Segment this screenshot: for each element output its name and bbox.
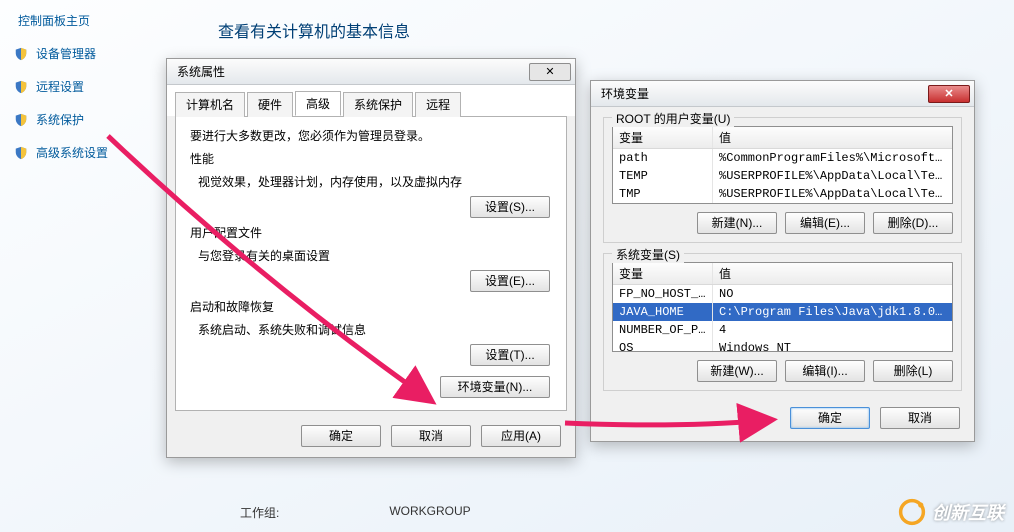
- sys-vars-groupbox: 系统变量(S) 变量 值 FP_NO_HOST_C...NOJAVA_HOMEC…: [603, 253, 962, 391]
- var-value: 4: [713, 321, 952, 339]
- var-name: NUMBER_OF_PR...: [613, 321, 713, 339]
- dialog-title: 环境变量: [601, 85, 649, 102]
- var-name: JAVA_HOME: [613, 303, 713, 321]
- profile-section-desc: 与您登录有关的桌面设置: [198, 247, 552, 264]
- close-icon: ✕: [944, 87, 953, 100]
- sidebar-title: 控制面板主页: [18, 12, 182, 29]
- var-row[interactable]: TMP%USERPROFILE%\AppData\Local\Temp: [613, 185, 952, 203]
- var-row[interactable]: OSWindows NT: [613, 339, 952, 352]
- dialog-titlebar: 环境变量 ✕: [591, 81, 974, 107]
- startup-section-desc: 系统启动、系统失败和调试信息: [198, 321, 552, 338]
- var-value: %USERPROFILE%\AppData\Local\Temp: [713, 185, 952, 203]
- col-val-header: 值: [713, 127, 952, 148]
- profile-settings-button[interactable]: 设置(E)...: [470, 270, 550, 292]
- close-button[interactable]: ✕: [928, 85, 970, 103]
- shield-icon: [14, 47, 28, 61]
- sidebar-item-label: 高级系统设置: [36, 144, 108, 161]
- var-name: path: [613, 149, 713, 167]
- brand-logo: 创新互联: [898, 498, 1004, 526]
- user-edit-button[interactable]: 编辑(E)...: [785, 212, 865, 234]
- workgroup-row: 工作组: WORKGROUP: [240, 504, 471, 521]
- var-row[interactable]: JAVA_HOMEC:\Program Files\Java\jdk1.8.0_…: [613, 303, 952, 321]
- sidebar-item-label: 远程设置: [36, 78, 84, 95]
- var-name: OS: [613, 339, 713, 352]
- sidebar-item-device-manager[interactable]: 设备管理器: [8, 43, 182, 64]
- sidebar-item-remote-settings[interactable]: 远程设置: [8, 76, 182, 97]
- var-value: %USERPROFILE%\AppData\Local\Temp: [713, 167, 952, 185]
- sidebar-item-advanced-system[interactable]: 高级系统设置: [8, 142, 182, 163]
- perf-settings-button[interactable]: 设置(S)...: [470, 196, 550, 218]
- sidebar-item-system-protection[interactable]: 系统保护: [8, 109, 182, 130]
- var-name: TMP: [613, 185, 713, 203]
- var-value: %CommonProgramFiles%\Microsoft ...: [713, 149, 952, 167]
- perf-section-title: 性能: [190, 150, 552, 167]
- var-row[interactable]: NUMBER_OF_PR...4: [613, 321, 952, 339]
- page-title: 查看有关计算机的基本信息: [218, 18, 410, 42]
- ok-button[interactable]: 确定: [790, 407, 870, 429]
- workgroup-label: 工作组:: [240, 504, 279, 521]
- col-var-header: 变量: [613, 127, 713, 148]
- close-button[interactable]: ✕: [529, 63, 571, 81]
- workgroup-value: WORKGROUP: [389, 504, 470, 521]
- shield-icon: [14, 80, 28, 94]
- sys-new-button[interactable]: 新建(W)...: [697, 360, 777, 382]
- dialog-title: 系统属性: [177, 63, 225, 80]
- close-icon: ✕: [545, 65, 554, 78]
- profile-section-title: 用户配置文件: [190, 224, 552, 241]
- startup-section-title: 启动和故障恢复: [190, 298, 552, 315]
- shield-icon: [14, 113, 28, 127]
- admin-note: 要进行大多数更改，您必须作为管理员登录。: [190, 127, 552, 144]
- var-value: C:\Program Files\Java\jdk1.8.0_25: [713, 303, 952, 321]
- user-delete-button[interactable]: 删除(D)...: [873, 212, 953, 234]
- system-properties-dialog: 系统属性 ✕ 计算机名 硬件 高级 系统保护 远程 要进行大多数更改，您必须作为…: [166, 58, 576, 458]
- tab-advanced[interactable]: 高级: [295, 91, 341, 116]
- sidebar-item-label: 设备管理器: [36, 45, 96, 62]
- var-value: NO: [713, 285, 952, 303]
- var-value: Windows NT: [713, 339, 952, 352]
- var-row[interactable]: FP_NO_HOST_C...NO: [613, 285, 952, 303]
- tab-remote[interactable]: 远程: [415, 92, 461, 117]
- logo-text: 创新互联: [932, 499, 1004, 525]
- col-val-header: 值: [713, 263, 952, 284]
- sidebar-item-label: 系统保护: [36, 111, 84, 128]
- tabstrip: 计算机名 硬件 高级 系统保护 远程: [167, 85, 575, 116]
- startup-settings-button[interactable]: 设置(T)...: [470, 344, 550, 366]
- dialog-footer: 确定 取消 应用(A): [167, 415, 575, 457]
- sys-vars-list[interactable]: 变量 值 FP_NO_HOST_C...NOJAVA_HOMEC:\Progra…: [612, 262, 953, 352]
- user-vars-legend: ROOT 的用户变量(U): [612, 110, 734, 127]
- user-vars-list[interactable]: 变量 值 path%CommonProgramFiles%\Microsoft …: [612, 126, 953, 204]
- ok-button[interactable]: 确定: [301, 425, 381, 447]
- cancel-button[interactable]: 取消: [391, 425, 471, 447]
- apply-button[interactable]: 应用(A): [481, 425, 561, 447]
- tab-system-protection[interactable]: 系统保护: [343, 92, 413, 117]
- tab-computer-name[interactable]: 计算机名: [175, 92, 245, 117]
- control-panel-sidebar: 控制面板主页 设备管理器 远程设置 系统保护 高级系统设置: [0, 0, 190, 187]
- sys-vars-legend: 系统变量(S): [612, 246, 684, 263]
- col-var-header: 变量: [613, 263, 713, 284]
- dialog-footer: 确定 取消: [591, 401, 974, 441]
- logo-icon: [898, 498, 926, 526]
- sys-delete-button[interactable]: 删除(L): [873, 360, 953, 382]
- cancel-button[interactable]: 取消: [880, 407, 960, 429]
- tab-hardware[interactable]: 硬件: [247, 92, 293, 117]
- user-new-button[interactable]: 新建(N)...: [697, 212, 777, 234]
- var-name: FP_NO_HOST_C...: [613, 285, 713, 303]
- var-row[interactable]: path%CommonProgramFiles%\Microsoft ...: [613, 149, 952, 167]
- advanced-tab-panel: 要进行大多数更改，您必须作为管理员登录。 性能 视觉效果，处理器计划，内存使用，…: [175, 116, 567, 411]
- perf-section-desc: 视觉效果，处理器计划，内存使用，以及虚拟内存: [198, 173, 552, 190]
- env-vars-dialog: 环境变量 ✕ ROOT 的用户变量(U) 变量 值 path%CommonPro…: [590, 80, 975, 442]
- var-row[interactable]: TEMP%USERPROFILE%\AppData\Local\Temp: [613, 167, 952, 185]
- dialog-titlebar: 系统属性 ✕: [167, 59, 575, 85]
- user-vars-groupbox: ROOT 的用户变量(U) 变量 值 path%CommonProgramFil…: [603, 117, 962, 243]
- shield-icon: [14, 146, 28, 160]
- var-name: TEMP: [613, 167, 713, 185]
- sys-edit-button[interactable]: 编辑(I)...: [785, 360, 865, 382]
- env-vars-button[interactable]: 环境变量(N)...: [440, 376, 550, 398]
